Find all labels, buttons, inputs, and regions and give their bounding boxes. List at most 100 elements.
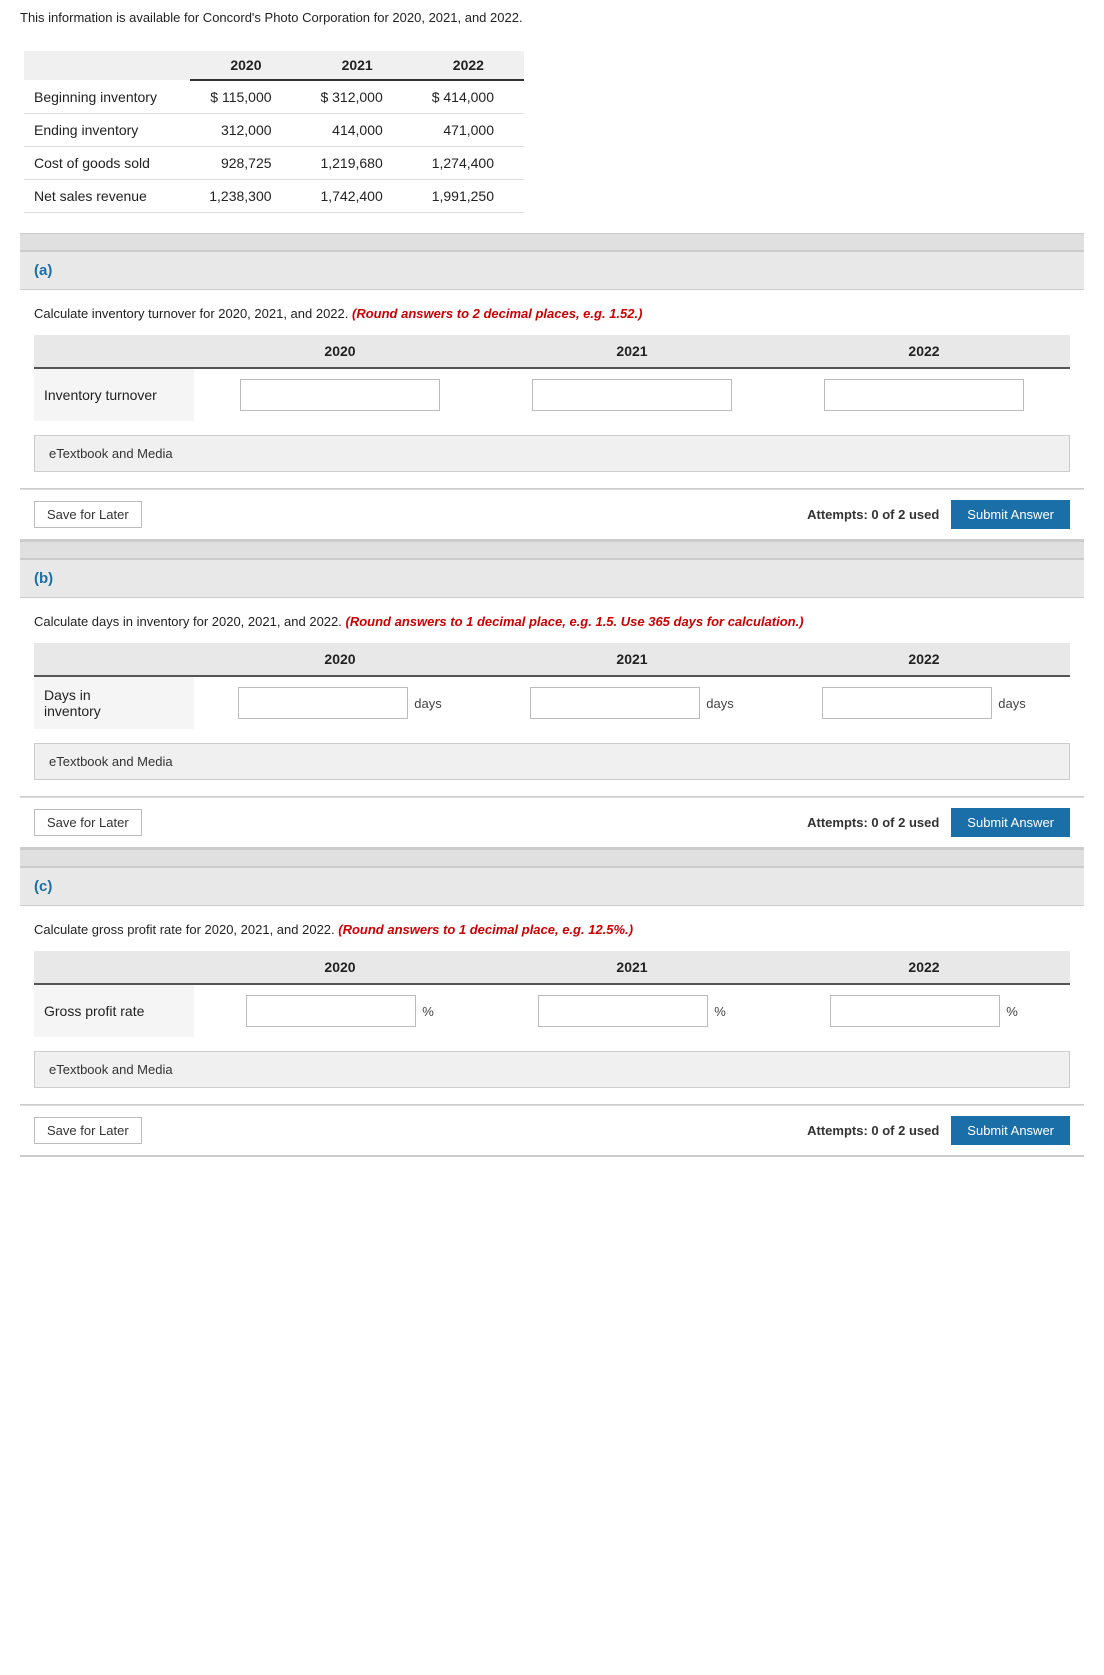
section-c-answer-table: 2020 2021 2022 Gross profit rate % [34,951,1070,1037]
days-inventory-2022-cell: days [778,676,1070,729]
days-inventory-2021-group: days [530,687,733,719]
section-c-submit-area: Attempts: 0 of 2 used Submit Answer [807,1116,1070,1145]
inventory-turnover-2021-input[interactable] [532,379,732,411]
section-a-content: Calculate inventory turnover for 2020, 2… [20,290,1084,489]
col-header-empty [24,51,190,80]
answer-col-2022-a: 2022 [778,335,1070,368]
section-c-footer: Save for Later Attempts: 0 of 2 used Sub… [20,1105,1084,1157]
days-inventory-2022-group: days [822,687,1025,719]
ending-inventory-2021: 414,000 [302,114,413,147]
table-row: Cost of goods sold 928,725 1,219,680 1,2… [24,147,524,180]
inventory-turnover-2022-input[interactable] [824,379,1024,411]
gross-profit-rate-label: Gross profit rate [34,984,194,1037]
section-a-submit-button[interactable]: Submit Answer [951,500,1070,529]
percent-unit-2022: % [1006,1004,1018,1019]
section-b-submit-area: Attempts: 0 of 2 used Submit Answer [807,808,1070,837]
section-b-etextbook: eTextbook and Media [34,743,1070,780]
gross-profit-2020-cell: % [194,984,486,1037]
inventory-turnover-2020-input[interactable] [240,379,440,411]
section-a-header: (a) [20,251,1084,290]
days-in-inventory-row: Days in inventory days days [34,676,1070,729]
answer-col-empty-b [34,643,194,676]
answer-col-2022-b: 2022 [778,643,1070,676]
inventory-turnover-2021-cell [486,368,778,421]
section-c-instruction-italic: (Round answers to 1 decimal place, e.g. … [338,922,633,937]
data-table: 2020 2021 2022 Beginning inventory $ 115… [24,51,524,213]
gross-profit-2022-input[interactable] [830,995,1000,1027]
days-inventory-2022-input[interactable] [822,687,992,719]
section-a-footer: Save for Later Attempts: 0 of 2 used Sub… [20,489,1084,541]
section-b-content: Calculate days in inventory for 2020, 20… [20,598,1084,797]
section-c-header: (c) [20,867,1084,906]
days-inventory-2021-cell: days [486,676,778,729]
days-inventory-2021-input[interactable] [530,687,700,719]
days-inventory-2020-cell: days [194,676,486,729]
section-c-content: Calculate gross profit rate for 2020, 20… [20,906,1084,1105]
table-row: Net sales revenue 1,238,300 1,742,400 1,… [24,180,524,213]
days-unit-2020: days [414,696,441,711]
section-divider [20,233,1084,251]
row-label-ending-inventory: Ending inventory [24,114,190,147]
gross-profit-2021-input[interactable] [538,995,708,1027]
section-c-submit-button[interactable]: Submit Answer [951,1116,1070,1145]
answer-col-2021-c: 2021 [486,951,778,984]
section-divider-2 [20,541,1084,559]
section-a: (a) Calculate inventory turnover for 202… [20,251,1084,541]
data-section: 2020 2021 2022 Beginning inventory $ 115… [20,41,1084,233]
gross-profit-2021-group: % [538,995,726,1027]
section-divider-3 [20,849,1084,867]
days-inventory-2020-input[interactable] [238,687,408,719]
section-a-instruction: Calculate inventory turnover for 2020, 2… [34,306,1070,321]
section-b-label: (b) [34,570,53,587]
section-b-footer: Save for Later Attempts: 0 of 2 used Sub… [20,797,1084,849]
section-a-submit-area: Attempts: 0 of 2 used Submit Answer [807,500,1070,529]
section-b: (b) Calculate days in inventory for 2020… [20,559,1084,849]
gross-profit-2022-cell: % [778,984,1070,1037]
answer-col-2020-b: 2020 [194,643,486,676]
section-a-save-button[interactable]: Save for Later [34,501,142,528]
days-unit-2021: days [706,696,733,711]
intro-text: This information is available for Concor… [20,10,1084,25]
ending-inventory-2020: 312,000 [190,114,301,147]
section-b-submit-button[interactable]: Submit Answer [951,808,1070,837]
gross-profit-rate-row: Gross profit rate % % [34,984,1070,1037]
section-a-attempts: Attempts: 0 of 2 used [807,507,939,522]
beginning-inventory-2021: $ 312,000 [302,80,413,114]
section-c-label: (c) [34,878,52,895]
section-a-etextbook: eTextbook and Media [34,435,1070,472]
net-sales-2022: 1,991,250 [413,180,524,213]
gross-profit-2022-group: % [830,995,1018,1027]
ending-inventory-2022: 471,000 [413,114,524,147]
days-in-inventory-label: Days in inventory [34,676,194,729]
section-a-label: (a) [34,262,52,279]
net-sales-2020: 1,238,300 [190,180,301,213]
days-inventory-2020-group: days [238,687,441,719]
row-label-net-sales: Net sales revenue [24,180,190,213]
gross-profit-2020-input[interactable] [246,995,416,1027]
inventory-turnover-label: Inventory turnover [34,368,194,421]
inventory-turnover-row: Inventory turnover [34,368,1070,421]
section-b-instruction-italic: (Round answers to 1 decimal place, e.g. … [346,614,804,629]
percent-unit-2020: % [422,1004,434,1019]
section-a-answer-table: 2020 2021 2022 Inventory turnover [34,335,1070,421]
answer-col-2022-c: 2022 [778,951,1070,984]
cogs-2022: 1,274,400 [413,147,524,180]
section-c-save-button[interactable]: Save for Later [34,1117,142,1144]
beginning-inventory-2020: $ 115,000 [190,80,301,114]
section-b-answer-table: 2020 2021 2022 Days in inventory days [34,643,1070,729]
gross-profit-2020-group: % [246,995,434,1027]
section-b-instruction: Calculate days in inventory for 2020, 20… [34,614,1070,629]
inventory-turnover-2020-cell [194,368,486,421]
section-c-attempts: Attempts: 0 of 2 used [807,1123,939,1138]
section-c-etextbook: eTextbook and Media [34,1051,1070,1088]
table-row: Beginning inventory $ 115,000 $ 312,000 … [24,80,524,114]
section-a-instruction-italic: (Round answers to 2 decimal places, e.g.… [352,306,642,321]
col-header-2021: 2021 [302,51,413,80]
gross-profit-2021-cell: % [486,984,778,1037]
net-sales-2021: 1,742,400 [302,180,413,213]
section-b-attempts: Attempts: 0 of 2 used [807,815,939,830]
section-b-save-button[interactable]: Save for Later [34,809,142,836]
section-c: (c) Calculate gross profit rate for 2020… [20,867,1084,1157]
cogs-2020: 928,725 [190,147,301,180]
answer-col-2021-b: 2021 [486,643,778,676]
